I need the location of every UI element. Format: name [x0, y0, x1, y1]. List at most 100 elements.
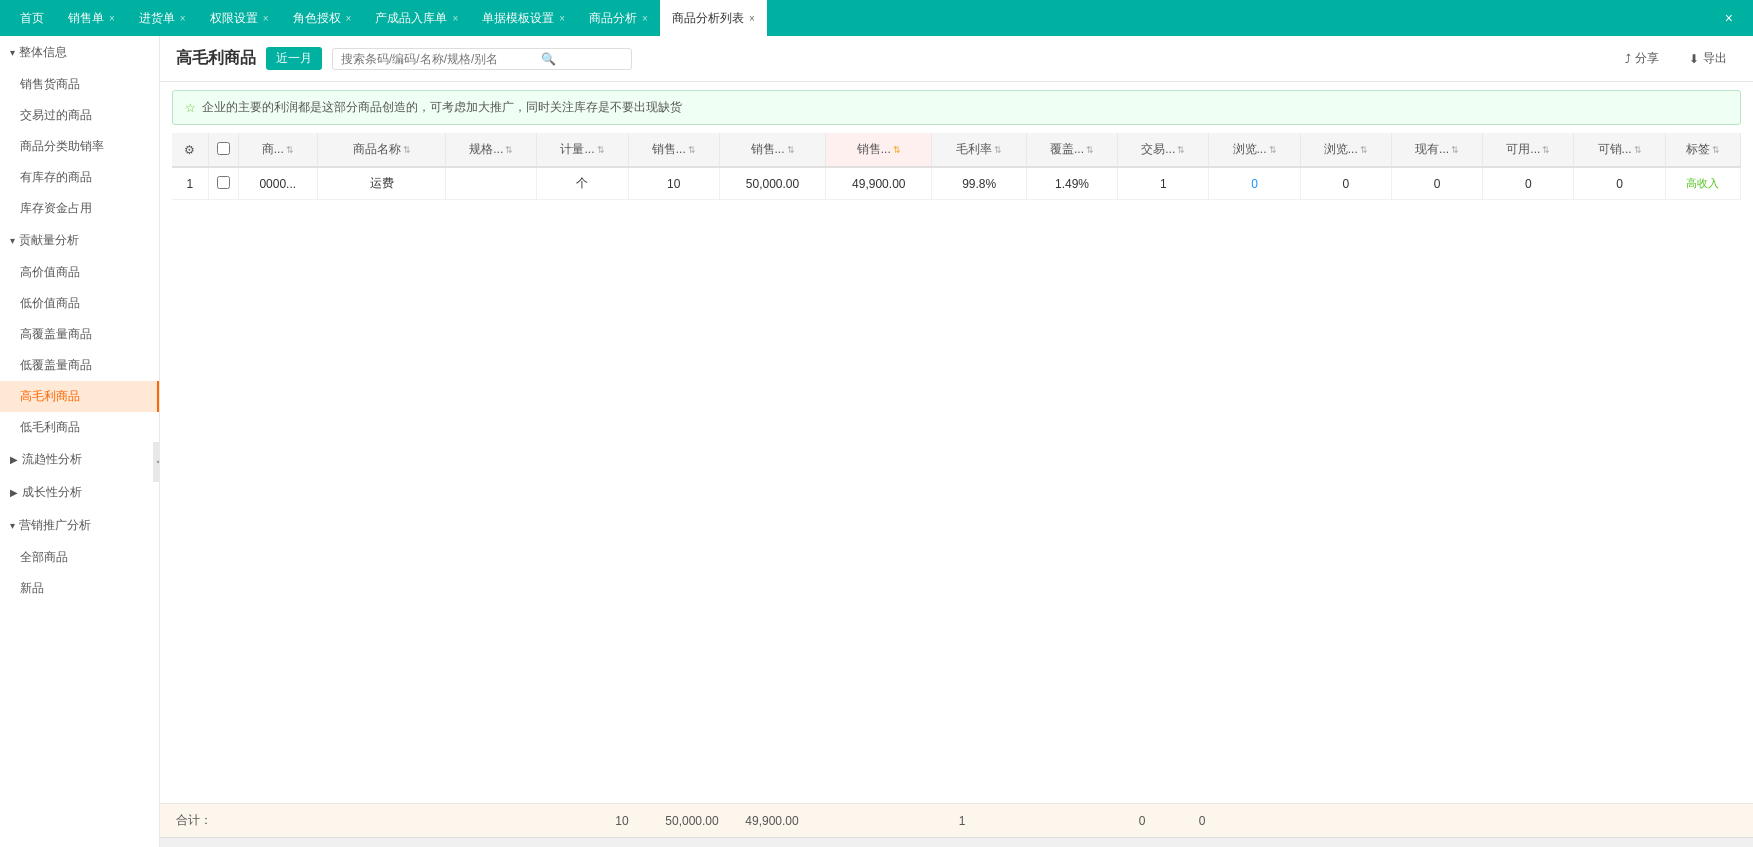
col-coverage[interactable]: 覆盖...⇅: [1026, 133, 1117, 167]
cell-available: 0: [1483, 167, 1574, 200]
sidebar-item-low-value[interactable]: 低价值商品: [0, 288, 159, 319]
info-banner: ☆ 企业的主要的利润都是这部分商品创造的，可考虑加大推广，同时关注库存是不要出现…: [172, 90, 1741, 125]
sidebar-item-new-goods[interactable]: 新品: [0, 573, 159, 604]
row-checkbox[interactable]: [217, 176, 230, 189]
time-filter-button[interactable]: 近一月: [266, 47, 322, 70]
tab-close-icon[interactable]: ×: [559, 13, 565, 24]
col-browse1[interactable]: 浏览...⇅: [1209, 133, 1300, 167]
sidebar-group-marketing-title[interactable]: ▾ 营销推广分析: [0, 509, 159, 542]
select-all-checkbox[interactable]: [217, 142, 230, 155]
sidebar-item-high-coverage[interactable]: 高覆盖量商品: [0, 319, 159, 350]
cell-index: 1: [172, 167, 208, 200]
sidebar-group-contribution-title[interactable]: ▾ 贡献量分析: [0, 224, 159, 257]
cell-coverage: 1.49%: [1026, 167, 1117, 200]
col-sales-cost[interactable]: 销售...⇅: [826, 133, 932, 167]
tab-role-auth[interactable]: 角色授权 ×: [281, 0, 364, 36]
col-code[interactable]: 商...⇅: [238, 133, 318, 167]
tab-home[interactable]: 首页: [8, 0, 56, 36]
sidebar-group-overall-title[interactable]: ▾ 整体信息: [0, 36, 159, 69]
cell-checkbox[interactable]: [208, 167, 238, 200]
sidebar-item-traded-goods[interactable]: 交易过的商品: [0, 100, 159, 131]
sidebar-item-category-rate[interactable]: 商品分类助销率: [0, 131, 159, 162]
horizontal-scrollbar[interactable]: [160, 837, 1753, 847]
col-gross-margin[interactable]: 毛利率⇅: [932, 133, 1026, 167]
cell-sellable: 0: [1574, 167, 1665, 200]
cell-sales-qty: 10: [628, 167, 719, 200]
footer-sales-cost: 49,900.00: [732, 814, 812, 828]
table-container: ⚙ 商...⇅ 商品名称⇅ 规格...⇅ 计量...⇅ 销售...⇅ 销售...…: [172, 133, 1741, 803]
search-icon[interactable]: 🔍: [541, 52, 556, 66]
content-header: 高毛利商品 近一月 🔍 ⤴ 分享 ⬇ 导出: [160, 36, 1753, 82]
col-sellable[interactable]: 可销...⇅: [1574, 133, 1665, 167]
sidebar: ≪ ▾ 整体信息 销售货商品 交易过的商品 商品分类助销率 有库存的商品 库存资…: [0, 36, 160, 847]
col-current-stock[interactable]: 现有...⇅: [1391, 133, 1482, 167]
col-unit[interactable]: 计量...⇅: [537, 133, 628, 167]
table-row: 1 0000... 运费 个 10 50,000.00 49,900.00 99…: [172, 167, 1741, 200]
page-title: 高毛利商品: [176, 48, 256, 69]
sidebar-item-in-stock-goods[interactable]: 有库存的商品: [0, 162, 159, 193]
table-footer: 合计： 10 50,000.00 49,900.00 1 0 0: [160, 803, 1753, 837]
tab-template-settings[interactable]: 单据模板设置 ×: [470, 0, 577, 36]
window-close-button[interactable]: ×: [1713, 10, 1745, 26]
footer-sales-qty: 10: [592, 814, 652, 828]
col-spec[interactable]: 规格...⇅: [446, 133, 537, 167]
sidebar-group-growth-title[interactable]: ▶ 成长性分析: [0, 476, 159, 509]
col-available[interactable]: 可用...⇅: [1483, 133, 1574, 167]
footer-sales-amount: 50,000.00: [652, 814, 732, 828]
tab-goods-analysis[interactable]: 商品分析 ×: [577, 0, 660, 36]
tab-close-icon[interactable]: ×: [109, 13, 115, 24]
export-button[interactable]: ⬇ 导出: [1679, 46, 1737, 71]
col-name[interactable]: 商品名称⇅: [318, 133, 446, 167]
tab-goods-analysis-list[interactable]: 商品分析列表 ×: [660, 0, 767, 36]
cell-unit: 个: [537, 167, 628, 200]
footer-available: 0: [1172, 814, 1232, 828]
col-trade[interactable]: 交易...⇅: [1118, 133, 1209, 167]
sidebar-item-inventory-capital[interactable]: 库存资金占用: [0, 193, 159, 224]
tab-purchase-order[interactable]: 进货单 ×: [127, 0, 198, 36]
col-checkbox: [208, 133, 238, 167]
cell-sales-amount: 50,000.00: [719, 167, 825, 200]
cell-gross-margin: 99.8%: [932, 167, 1026, 200]
cell-spec: [446, 167, 537, 200]
sidebar-group-contribution: ▾ 贡献量分析 高价值商品 低价值商品 高覆盖量商品 低覆盖量商品 高毛利商品 …: [0, 224, 159, 443]
collapse-arrow-icon: ▾: [10, 520, 15, 531]
tab-close-icon[interactable]: ×: [180, 13, 186, 24]
col-settings[interactable]: ⚙: [172, 133, 208, 167]
sidebar-item-high-margin[interactable]: 高毛利商品: [0, 381, 159, 412]
tab-sales-order[interactable]: 销售单 ×: [56, 0, 127, 36]
sidebar-item-low-margin[interactable]: 低毛利商品: [0, 412, 159, 443]
tab-close-icon[interactable]: ×: [452, 13, 458, 24]
sidebar-item-low-coverage[interactable]: 低覆盖量商品: [0, 350, 159, 381]
col-sales-amount[interactable]: 销售...⇅: [719, 133, 825, 167]
tab-close-icon[interactable]: ×: [642, 13, 648, 24]
cell-browse1[interactable]: 0: [1209, 167, 1300, 200]
col-tag[interactable]: 标签⇅: [1665, 133, 1740, 167]
footer-trade: 1: [932, 814, 992, 828]
sidebar-collapse-button[interactable]: ≪: [153, 442, 160, 482]
cell-trade: 1: [1118, 167, 1209, 200]
cell-browse2: 0: [1300, 167, 1391, 200]
tab-close-icon[interactable]: ×: [263, 13, 269, 24]
tab-close-icon[interactable]: ×: [346, 13, 352, 24]
main-layout: ≪ ▾ 整体信息 销售货商品 交易过的商品 商品分类助销率 有库存的商品 库存资…: [0, 36, 1753, 847]
col-sales-qty[interactable]: 销售...⇅: [628, 133, 719, 167]
tab-permission-settings[interactable]: 权限设置 ×: [198, 0, 281, 36]
sidebar-group-growth: ▶ 成长性分析: [0, 476, 159, 509]
tab-close-icon[interactable]: ×: [749, 13, 755, 24]
sidebar-group-trend-title[interactable]: ▶ 流趋性分析: [0, 443, 159, 476]
share-icon: ⤴: [1625, 52, 1631, 66]
cell-name: 运费: [318, 167, 446, 200]
cell-sales-cost: 49,900.00: [826, 167, 932, 200]
sidebar-item-all-goods[interactable]: 全部商品: [0, 542, 159, 573]
collapse-arrow-icon: ▶: [10, 487, 18, 498]
sidebar-item-high-value[interactable]: 高价值商品: [0, 257, 159, 288]
search-input[interactable]: [341, 52, 541, 66]
footer-label: 合计：: [176, 812, 212, 829]
col-browse2[interactable]: 浏览...⇅: [1300, 133, 1391, 167]
sidebar-item-sales-goods[interactable]: 销售货商品: [0, 69, 159, 100]
collapse-arrow-icon: ▶: [10, 454, 18, 465]
goods-table: ⚙ 商...⇅ 商品名称⇅ 规格...⇅ 计量...⇅ 销售...⇅ 销售...…: [172, 133, 1741, 200]
share-button[interactable]: ⤴ 分享: [1615, 46, 1669, 71]
tab-finished-goods[interactable]: 产成品入库单 ×: [363, 0, 470, 36]
search-box: 🔍: [332, 48, 632, 70]
